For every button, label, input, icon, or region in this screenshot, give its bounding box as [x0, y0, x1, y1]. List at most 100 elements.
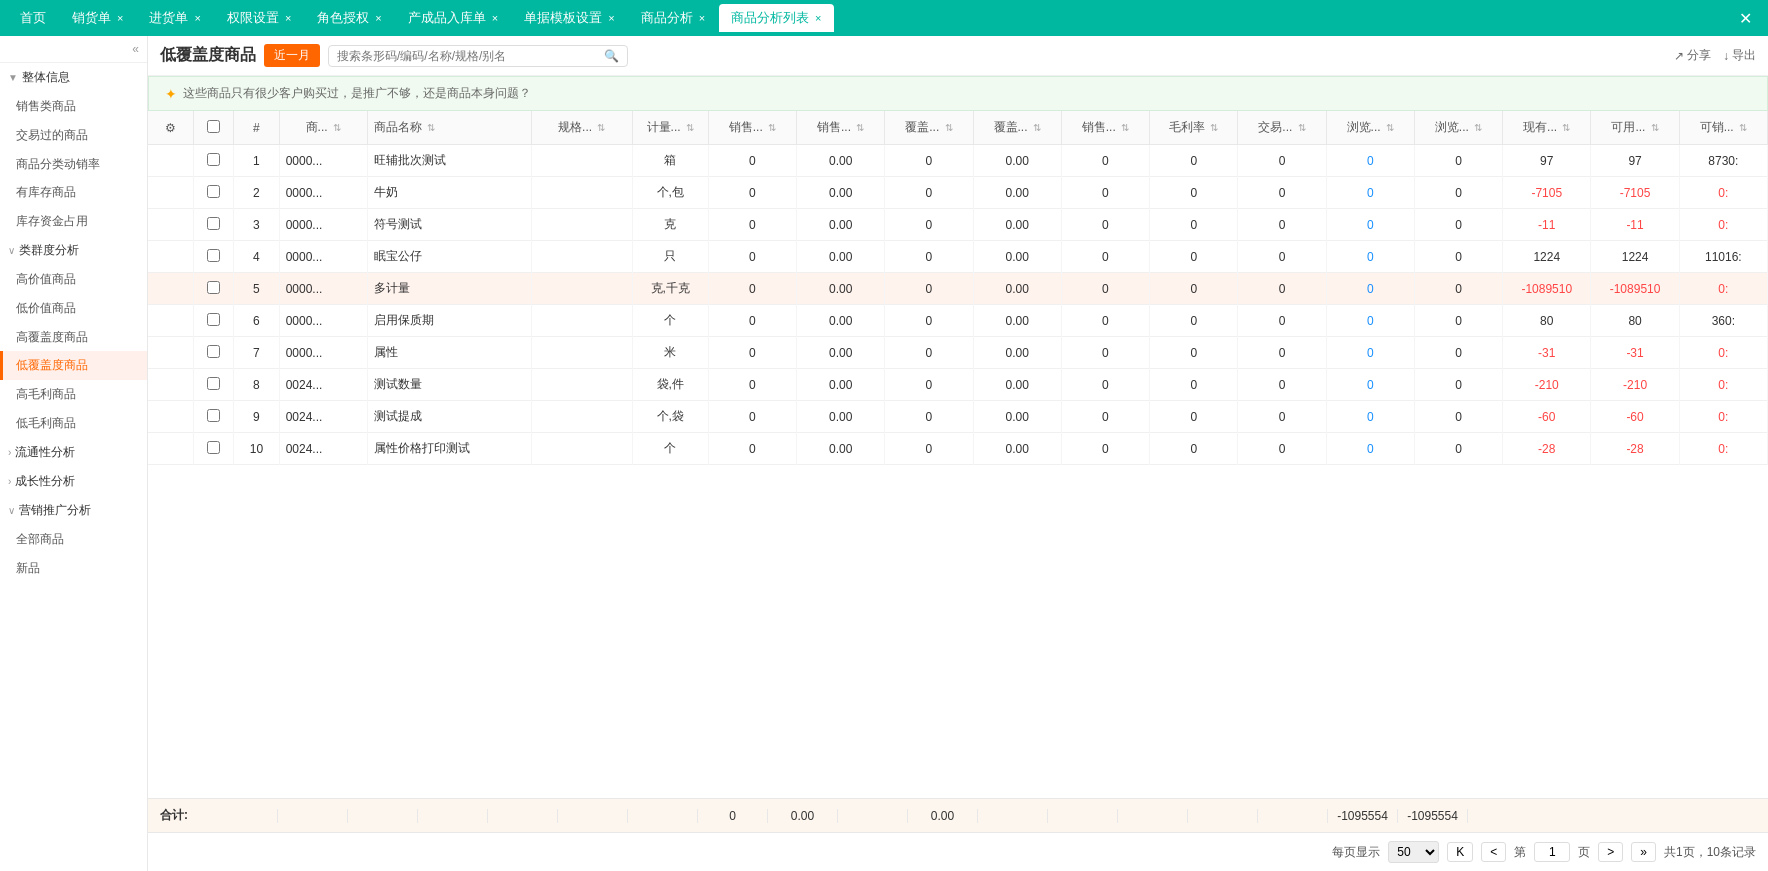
cell-view1[interactable]: 0 — [1326, 273, 1414, 305]
row-checkbox[interactable] — [207, 345, 220, 358]
cell-view1[interactable]: 0 — [1326, 433, 1414, 465]
sidebar-section-marketing[interactable]: ∨ 营销推广分析 — [0, 496, 147, 525]
last-page-button[interactable]: » — [1631, 842, 1656, 862]
col-view1-header[interactable]: 浏览... ⇅ — [1326, 111, 1414, 145]
sidebar-item-traded-goods[interactable]: 交易过的商品 — [0, 121, 147, 150]
window-close-button[interactable]: ✕ — [1731, 9, 1760, 28]
page-input[interactable] — [1534, 842, 1570, 862]
col-sales-amt-header[interactable]: 销售... ⇅ — [797, 111, 885, 145]
col-sales3-header[interactable]: 销售... ⇅ — [1061, 111, 1149, 145]
sidebar-item-new-goods[interactable]: 新品 — [0, 554, 147, 583]
footer-stock2: -1095554 — [1398, 809, 1468, 823]
next-page-button[interactable]: > — [1598, 842, 1623, 862]
sidebar-item-high-margin[interactable]: 高毛利商品 — [0, 380, 147, 409]
row-checkbox[interactable] — [207, 409, 220, 422]
cell-view1[interactable]: 0 — [1326, 369, 1414, 401]
row-checkbox[interactable] — [207, 313, 220, 326]
sidebar-item-sales-goods[interactable]: 销售类商品 — [0, 92, 147, 121]
sidebar-item-category-rate[interactable]: 商品分类动销率 — [0, 150, 147, 179]
cell-check[interactable] — [193, 209, 233, 241]
nav-tab-7-close[interactable]: × — [699, 12, 705, 24]
sidebar-section-richness[interactable]: ∨ 类群度分析 — [0, 236, 147, 265]
row-checkbox[interactable] — [207, 281, 220, 294]
cell-view1[interactable]: 0 — [1326, 241, 1414, 273]
time-filter-button[interactable]: 近一月 — [264, 44, 320, 67]
search-box[interactable]: 🔍 — [328, 45, 628, 67]
nav-tab-5-close[interactable]: × — [492, 12, 498, 24]
sidebar-item-low-coverage[interactable]: 低覆盖度商品 — [0, 351, 147, 380]
sidebar-item-all-goods[interactable]: 全部商品 — [0, 525, 147, 554]
cell-view1[interactable]: 0 — [1326, 305, 1414, 337]
col-name-header[interactable]: 商品名称 ⇅ — [367, 111, 531, 145]
nav-tab-6-close[interactable]: × — [608, 12, 614, 24]
cell-view1[interactable]: 0 — [1326, 145, 1414, 177]
col-code-header[interactable]: 商... ⇅ — [279, 111, 367, 145]
prev-page-button[interactable]: < — [1481, 842, 1506, 862]
cell-check[interactable] — [193, 369, 233, 401]
select-all-checkbox[interactable] — [207, 120, 220, 133]
sidebar-item-in-stock[interactable]: 有库存商品 — [0, 178, 147, 207]
nav-tab-4-close[interactable]: × — [375, 12, 381, 24]
row-checkbox[interactable] — [207, 217, 220, 230]
nav-tab-8-close[interactable]: × — [815, 12, 821, 24]
row-checkbox[interactable] — [207, 185, 220, 198]
cell-view1[interactable]: 0 — [1326, 401, 1414, 433]
nav-tab-6[interactable]: 单据模板设置 × — [512, 4, 626, 32]
nav-tab-home[interactable]: 首页 — [8, 4, 58, 32]
col-view2-header[interactable]: 浏览... ⇅ — [1414, 111, 1502, 145]
sidebar-item-stock-capital[interactable]: 库存资金占用 — [0, 207, 147, 236]
cell-check[interactable] — [193, 177, 233, 209]
sidebar-item-high-coverage[interactable]: 高覆盖度商品 — [0, 323, 147, 352]
cell-stock1: -31 — [1503, 337, 1591, 369]
cell-check[interactable] — [193, 305, 233, 337]
cell-view1[interactable]: 0 — [1326, 337, 1414, 369]
nav-tab-3-close[interactable]: × — [285, 12, 291, 24]
col-cover1-header[interactable]: 覆盖... ⇅ — [885, 111, 973, 145]
nav-tab-4[interactable]: 角色授权 × — [305, 4, 393, 32]
col-cover2-header[interactable]: 覆盖... ⇅ — [973, 111, 1061, 145]
col-stock2-header[interactable]: 可用... ⇅ — [1591, 111, 1679, 145]
search-input[interactable] — [337, 49, 600, 63]
nav-tab-2-close[interactable]: × — [194, 12, 200, 24]
sidebar-item-low-margin[interactable]: 低毛利商品 — [0, 409, 147, 438]
cell-check[interactable] — [193, 273, 233, 305]
nav-tab-8[interactable]: 商品分析列表 × — [719, 4, 833, 32]
row-checkbox[interactable] — [207, 249, 220, 262]
export-button[interactable]: ↓ 导出 — [1723, 47, 1756, 64]
share-button[interactable]: ↗ 分享 — [1674, 47, 1711, 64]
col-spec-header[interactable]: 规格... ⇅ — [531, 111, 632, 145]
page-size-select[interactable]: 50 100 200 — [1388, 841, 1439, 863]
first-page-button[interactable]: K — [1447, 842, 1473, 862]
col-margin-header[interactable]: 毛利率 ⇅ — [1150, 111, 1238, 145]
row-checkbox[interactable] — [207, 377, 220, 390]
sidebar-item-low-value[interactable]: 低价值商品 — [0, 294, 147, 323]
cell-check[interactable] — [193, 145, 233, 177]
col-trade-header[interactable]: 交易... ⇅ — [1238, 111, 1326, 145]
cell-check[interactable] — [193, 337, 233, 369]
nav-tab-2[interactable]: 进货单 × — [137, 4, 212, 32]
cell-check[interactable] — [193, 241, 233, 273]
sidebar-section-flow[interactable]: › 流通性分析 — [0, 438, 147, 467]
nav-tab-1[interactable]: 销货单 × — [60, 4, 135, 32]
nav-tab-5[interactable]: 产成品入库单 × — [396, 4, 510, 32]
sidebar-item-high-value[interactable]: 高价值商品 — [0, 265, 147, 294]
nav-tab-7[interactable]: 商品分析 × — [629, 4, 717, 32]
table-container[interactable]: ⚙ # 商... ⇅ 商品名称 ⇅ 规格... ⇅ 计量... ⇅ 销售... … — [148, 111, 1768, 798]
col-settings[interactable]: ⚙ — [148, 111, 193, 145]
sidebar-section-overall[interactable]: ▼ 整体信息 — [0, 63, 147, 92]
row-checkbox[interactable] — [207, 153, 220, 166]
nav-tab-1-close[interactable]: × — [117, 12, 123, 24]
col-sales-qty-header[interactable]: 销售... ⇅ — [708, 111, 796, 145]
col-unit-header[interactable]: 计量... ⇅ — [632, 111, 708, 145]
cell-check[interactable] — [193, 401, 233, 433]
cell-view1[interactable]: 0 — [1326, 177, 1414, 209]
cell-check[interactable] — [193, 433, 233, 465]
row-checkbox[interactable] — [207, 441, 220, 454]
sidebar-collapse-button[interactable]: « — [0, 36, 147, 63]
col-stock1-header[interactable]: 现有... ⇅ — [1503, 111, 1591, 145]
sidebar-section-growth[interactable]: › 成长性分析 — [0, 467, 147, 496]
col-check[interactable] — [193, 111, 233, 145]
cell-view1[interactable]: 0 — [1326, 209, 1414, 241]
col-stock3-header[interactable]: 可销... ⇅ — [1679, 111, 1767, 145]
nav-tab-3[interactable]: 权限设置 × — [215, 4, 303, 32]
